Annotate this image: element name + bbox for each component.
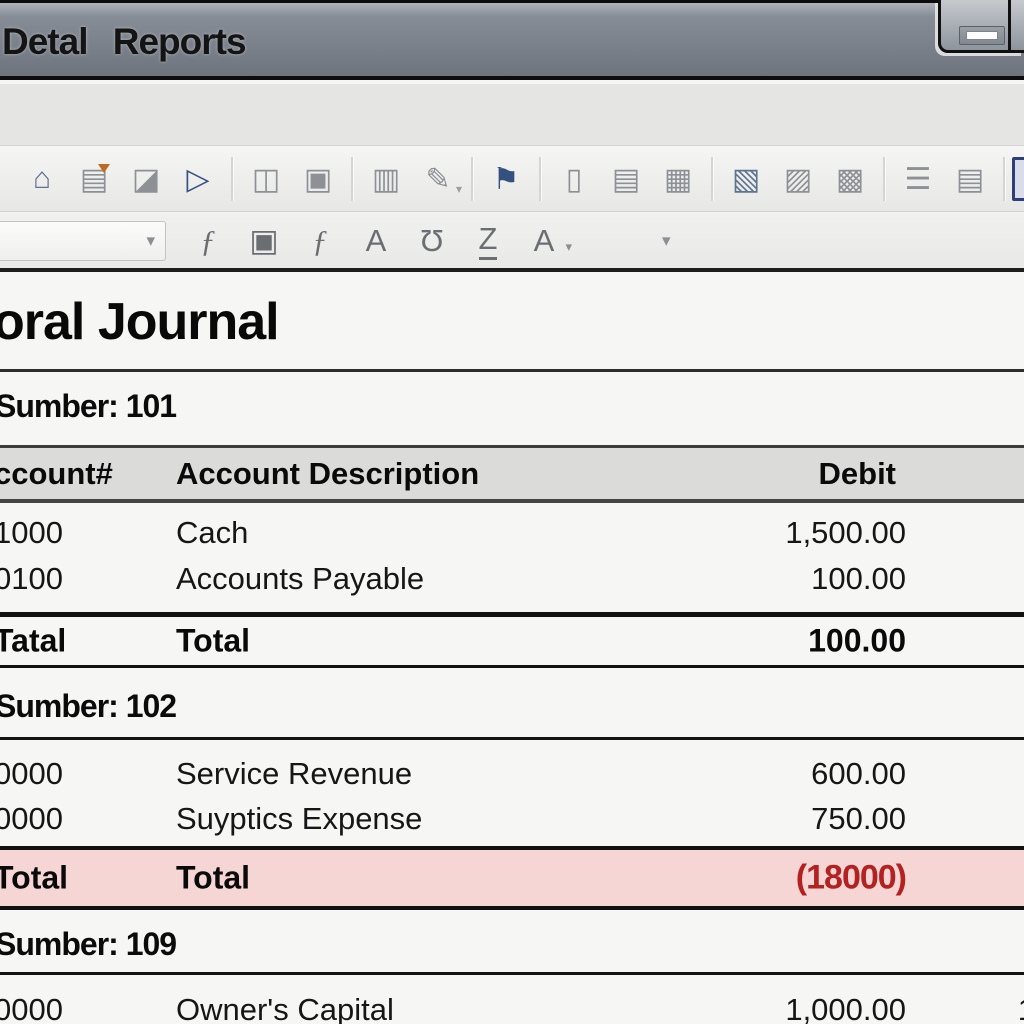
export-icon[interactable]: ◪ [120, 156, 172, 202]
total-row: Tatal Total 100.00 [0, 612, 1024, 668]
picture-icon[interactable]: ▦ [1012, 157, 1024, 201]
divider [0, 369, 1024, 372]
credit-amount-partial: 1 [1018, 992, 1024, 1024]
grid-window-icon[interactable]: ▦ [652, 156, 704, 202]
print-icon[interactable]: ▤ [68, 156, 120, 202]
list-icon[interactable]: ☰ [892, 156, 944, 202]
report-canvas: oral Journal Sumber: 101 ccount# Account… [0, 276, 1024, 1024]
debit-amount: 1,000.00 [785, 992, 906, 1024]
total-debit-amount: 100.00 [808, 622, 906, 659]
menu-bar [0, 84, 1024, 146]
account-number: 0000 [0, 801, 63, 836]
window-controls [938, 0, 1024, 53]
divider [0, 972, 1024, 975]
format-icon-group: ƒ ▣ ƒ A Ʊ Z A ▾ [180, 219, 572, 263]
total-label: Total [176, 622, 251, 659]
toolbar-separator [231, 157, 233, 201]
font-icon[interactable]: A [348, 219, 404, 263]
account-number: 1000 [0, 515, 63, 550]
printer-setup-icon[interactable]: ▥ [360, 156, 412, 202]
run-report-icon[interactable]: ▷ [172, 156, 224, 202]
window-controls-divider [1008, 0, 1011, 50]
journal-number-label: Sumber: 109 [0, 926, 177, 962]
table-row: 0100 Accounts Payable 100.00 [0, 556, 1024, 602]
account-number: 0000 [0, 992, 63, 1024]
account-description: Accounts Payable [176, 561, 425, 596]
font-combo[interactable]: ▾ [0, 220, 166, 261]
account-description: Cach [176, 515, 249, 550]
journal-number-label: Sumber: 101 [0, 388, 177, 424]
col-header-account: ccount# [0, 455, 113, 491]
send-report-icon[interactable]: ▨ [772, 156, 824, 202]
total-row-negative: Total Total (18000) [0, 846, 1024, 910]
report-title: oral Journal [0, 293, 280, 351]
paste-format-icon[interactable]: ▣ [236, 219, 292, 263]
divider [0, 737, 1024, 740]
sign-icon[interactable]: ✎ ▾ [412, 156, 464, 202]
copy-page-icon[interactable]: ▤ [600, 156, 652, 202]
account-description: Suyptics Expense [176, 801, 423, 836]
debit-amount: 600.00 [811, 756, 906, 791]
table-row: 1000 Cach 1,500.00 [0, 510, 1024, 556]
toolbar-separator [1003, 157, 1005, 201]
debit-amount: 1,500.00 [785, 515, 906, 550]
account-number: 0100 [0, 561, 63, 596]
chevron-down-icon[interactable]: ▾ [662, 231, 671, 251]
account-number: 0000 [0, 756, 63, 791]
window-titlebar: Detal Reports [0, 0, 1024, 80]
debit-amount: 750.00 [811, 801, 906, 836]
merge-report-icon[interactable]: ▩ [824, 156, 876, 202]
font-color-icon[interactable]: A ▾ [516, 219, 572, 263]
table-row: 0000 Service Revenue 600.00 [0, 751, 1024, 797]
toolbar-separator [471, 157, 473, 201]
toolbar-separator [711, 157, 713, 201]
journal-number-label: Sumber: 102 [0, 688, 177, 724]
columns-icon[interactable]: ◫ [240, 156, 292, 202]
toolbar-separator [883, 157, 885, 201]
total-debit-amount-negative: (18000) [795, 858, 907, 897]
account-description: Service Revenue [176, 756, 413, 791]
total-label: Total [176, 859, 251, 896]
minimize-button[interactable] [959, 26, 1005, 45]
chevron-down-icon[interactable]: ▾ [146, 231, 155, 251]
debit-amount: 100.00 [811, 561, 906, 596]
home-icon[interactable]: ⌂ [16, 156, 68, 202]
window-title: Detal Reports [2, 21, 247, 62]
case-icon[interactable]: Ʊ [404, 219, 460, 263]
table-row: 0000 Suyptics Expense 750.00 [0, 796, 1024, 842]
total-label: Total [0, 859, 69, 896]
toolbar-separator [539, 157, 541, 201]
format-toolbar: ▾ ƒ ▣ ƒ A Ʊ Z A ▾ ▾ [0, 213, 1024, 272]
underline-icon[interactable]: Z [460, 219, 516, 263]
image-page-icon[interactable]: ▧ [720, 156, 772, 202]
function-icon[interactable]: ƒ [292, 219, 348, 263]
flag-icon[interactable]: ⚑ [480, 156, 532, 202]
table-header-row: ccount# Account Description Debit [0, 445, 1024, 503]
col-header-debit: Debit [818, 455, 897, 491]
toolbar-separator [351, 157, 353, 201]
package-icon[interactable]: ▣ [292, 156, 344, 202]
account-description: Owner's Capital [176, 992, 394, 1024]
minimize-icon [966, 31, 998, 40]
main-toolbar: ⌂ ▤ ◪ ▷ ◫ ▣ ▥ ✎ ▾ ⚑ ▯ ▤ ▦ ▧ ▨ ▩ ☰ ▤ [0, 147, 1024, 212]
total-label: Tatal [0, 622, 67, 659]
script-f-icon[interactable]: ƒ [180, 219, 236, 263]
doc-export-icon[interactable]: ▤ [944, 156, 996, 202]
new-page-icon[interactable]: ▯ [548, 156, 600, 202]
table-row: 0000 Owner's Capital 1,000.00 1 [0, 986, 1024, 1024]
col-header-description: Account Description [176, 455, 480, 491]
